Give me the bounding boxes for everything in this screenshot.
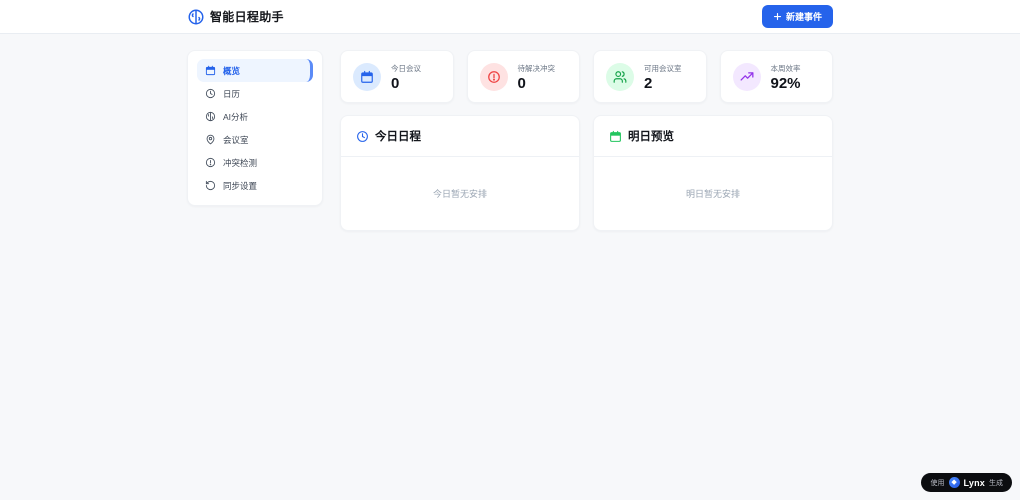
sidebar-nav: 概览 日历 AI分析 会议室 冲突检测 同步设置 [187,50,323,206]
stat-card-weekly-efficiency: 本周效率 92% [719,50,833,103]
alert-circle-icon [205,157,216,168]
sidebar-item-label: AI分析 [223,111,249,122]
sidebar-item-label: 会议室 [223,134,249,145]
sidebar-item-label: 日历 [223,88,241,99]
stats-row: 今日会议 0 待解决冲突 0 可用会议室 2 本周效率 92% [340,50,833,103]
sidebar-item-overview[interactable]: 概览 [197,59,313,82]
stat-label: 本周效率 [770,63,801,73]
calendar-icon [353,62,381,91]
calendar-icon [205,65,216,76]
panels-row: 今日日程 今日暂无安排 明日预览 明日暂无安排 [340,115,833,231]
trending-up-icon [732,62,761,91]
empty-text: 今日暂无安排 [432,189,487,199]
new-event-button[interactable]: 新建事件 [761,5,833,28]
panel-empty-state: 明日暂无安排 [594,157,832,230]
sidebar-item-conflict-detection[interactable]: 冲突检测 [197,151,313,174]
content-area: 概览 日历 AI分析 会议室 冲突检测 同步设置 今日会议 0 待解决冲突 0 … [187,50,833,231]
panel-tomorrow-preview: 明日预览 明日暂无安排 [593,115,833,231]
panel-empty-state: 今日暂无安排 [341,157,579,230]
panel-title: 今日日程 [375,131,421,143]
stat-value: 92% [770,74,801,92]
clock-icon [356,130,369,143]
lynx-logo-icon: ◆ [948,477,960,488]
map-pin-icon [205,134,216,145]
panel-header: 今日日程 [341,116,579,157]
sidebar-item-label: 冲突检测 [223,157,258,168]
stat-value: 2 [644,74,653,92]
stat-value: 0 [517,74,526,92]
stat-label: 今日会议 [391,63,421,73]
stat-value: 0 [391,74,400,92]
app-header: 智能日程助手 新建事件 [0,0,1020,34]
stat-label: 可用会议室 [644,63,682,73]
badge-brand: Lynx [963,477,985,488]
plus-icon [773,12,782,21]
panel-header: 明日预览 [594,116,832,157]
sidebar-item-sync-settings[interactable]: 同步设置 [197,174,313,197]
stat-label: 待解决冲突 [517,63,556,73]
clock-icon [205,88,216,99]
stat-card-pending-conflicts: 待解决冲突 0 [466,50,580,103]
panel-title: 明日预览 [628,131,674,143]
sidebar-item-ai-analysis[interactable]: AI分析 [197,105,313,128]
badge-suffix: 生成 [989,479,1003,487]
sidebar-item-label: 概览 [223,65,241,76]
sidebar-item-calendar[interactable]: 日历 [197,82,313,105]
lynx-attribution-badge[interactable]: 使用 ◆ Lynx 生成 [920,473,1012,492]
sync-refresh-icon [205,180,216,191]
calendar-check-icon [609,130,622,143]
brand: 智能日程助手 [187,8,284,26]
new-event-label: 新建事件 [785,12,822,22]
main-column: 今日会议 0 待解决冲突 0 可用会议室 2 本周效率 92% 今日日程 今日暂… [340,50,833,231]
users-icon [606,62,634,91]
sidebar-item-meeting-rooms[interactable]: 会议室 [197,128,313,151]
brain-icon [205,111,216,122]
empty-text: 明日暂无安排 [685,189,740,199]
stat-card-available-rooms: 可用会议室 2 [593,50,707,103]
panel-today-schedule: 今日日程 今日暂无安排 [340,115,580,231]
brain-logo-icon [187,8,205,26]
app-title: 智能日程助手 [210,10,284,24]
sidebar-item-label: 同步设置 [223,180,258,191]
stat-card-today-meetings: 今日会议 0 [340,50,454,103]
alert-circle-icon [479,62,508,91]
badge-prefix: 使用 [930,479,945,487]
